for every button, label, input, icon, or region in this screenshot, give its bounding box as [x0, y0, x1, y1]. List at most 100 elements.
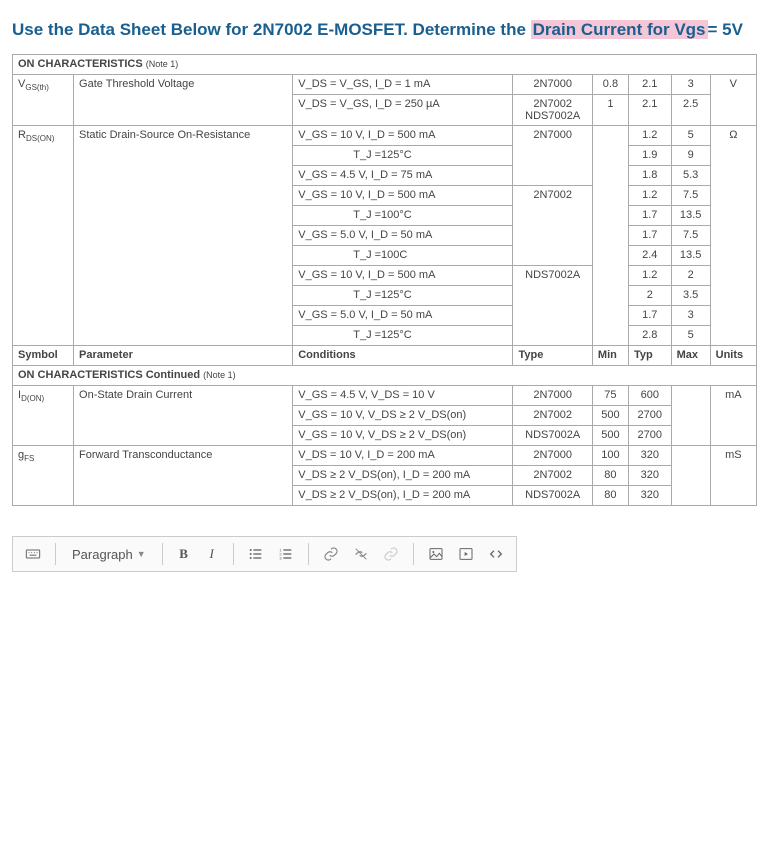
cell-typ: 320 — [628, 446, 671, 466]
cell-cond: T_J =125°C — [293, 146, 513, 166]
cell-cond: V_GS = 5.0 V, I_D = 50 mA — [293, 226, 513, 246]
toolbar-divider — [55, 543, 56, 565]
cell-max — [671, 386, 710, 446]
cell-type: 2N7002 — [513, 406, 592, 426]
cell-typ: 2 — [628, 286, 671, 306]
cell-type: 2N7000 — [513, 446, 592, 466]
cell-unit: mS — [710, 446, 756, 506]
paragraph-dropdown[interactable]: Paragraph ▼ — [64, 541, 154, 567]
cell-min: 500 — [592, 406, 628, 426]
cell-min: 100 — [592, 446, 628, 466]
bold-button[interactable]: B — [171, 541, 197, 567]
cell-cond: V_GS = 4.5 V, V_DS = 10 V — [293, 386, 513, 406]
cell-min: 80 — [592, 486, 628, 506]
cell-cond: V_GS = 10 V, V_DS ≥ 2 V_DS(on) — [293, 426, 513, 446]
row-vgsth-1: VGS(th) Gate Threshold Voltage V_DS = V_… — [13, 75, 757, 95]
section-note: (Note 1) — [146, 59, 179, 69]
unlink-button[interactable] — [347, 541, 375, 567]
cell-typ: 320 — [628, 486, 671, 506]
cell-symbol: gFS — [13, 446, 74, 506]
image-icon — [428, 546, 444, 562]
cell-typ: 1.2 — [628, 186, 671, 206]
section-on-characteristics-cont: ON CHARACTERISTICS Continued (Note 1) — [13, 366, 757, 386]
cell-cond: V_GS = 4.5 V, I_D = 75 mA — [293, 166, 513, 186]
cell-max: 9 — [671, 146, 710, 166]
paragraph-label: Paragraph — [72, 547, 133, 562]
header-conditions: Conditions — [293, 346, 513, 366]
header-min: Min — [592, 346, 628, 366]
cell-typ: 1.9 — [628, 146, 671, 166]
cell-cond: V_GS = 10 V, I_D = 500 mA — [293, 126, 513, 146]
cell-type: 2N7000 — [513, 386, 592, 406]
cell-min: 1 — [592, 95, 628, 126]
cell-max — [671, 446, 710, 506]
media-icon — [458, 546, 474, 562]
cell-type: NDS7002A — [513, 426, 592, 446]
media-button[interactable] — [452, 541, 480, 567]
cell-cond: V_GS = 10 V, I_D = 500 mA — [293, 266, 513, 286]
cell-cond: T_J =100°C — [293, 206, 513, 226]
cell-max: 13.5 — [671, 206, 710, 226]
cell-cond: V_DS ≥ 2 V_DS(on), I_D = 200 mA — [293, 466, 513, 486]
cell-symbol: VGS(th) — [13, 75, 74, 126]
cell-type: 2N7000 — [513, 126, 592, 186]
cell-min: 0.8 — [592, 75, 628, 95]
section-on-characteristics: ON CHARACTERISTICS (Note 1) — [13, 55, 757, 75]
keyboard-icon-button[interactable] — [19, 541, 47, 567]
question-text: Use the Data Sheet Below for 2N7002 E-MO… — [12, 20, 757, 40]
cell-type: 2N7000 — [513, 75, 592, 95]
link-icon — [323, 546, 339, 562]
cell-typ: 2.4 — [628, 246, 671, 266]
cell-cond: V_GS = 5.0 V, I_D = 50 mA — [293, 306, 513, 326]
italic-button[interactable]: I — [199, 541, 225, 567]
cell-typ: 2700 — [628, 406, 671, 426]
cell-typ: 2.8 — [628, 326, 671, 346]
code-icon — [488, 546, 504, 562]
header-symbol: Symbol — [13, 346, 74, 366]
cell-min: 75 — [592, 386, 628, 406]
cell-max: 13.5 — [671, 246, 710, 266]
cell-cond: V_DS = 10 V, I_D = 200 mA — [293, 446, 513, 466]
row-idon-1: ID(ON) On-State Drain Current V_GS = 4.5… — [13, 386, 757, 406]
link-button[interactable] — [317, 541, 345, 567]
section-label: ON CHARACTERISTICS Continued — [18, 369, 200, 381]
toolbar-divider — [308, 543, 309, 565]
code-button[interactable] — [482, 541, 510, 567]
cell-typ: 1.7 — [628, 306, 671, 326]
keyboard-icon — [25, 546, 41, 562]
cell-param: Forward Transconductance — [74, 446, 293, 506]
image-button[interactable] — [422, 541, 450, 567]
cell-typ: 1.7 — [628, 226, 671, 246]
cell-cond: T_J =125°C — [293, 286, 513, 306]
cell-unit: mA — [710, 386, 756, 446]
bullet-list-button[interactable] — [242, 541, 270, 567]
toolbar-divider — [413, 543, 414, 565]
numbered-list-button[interactable]: 123 — [272, 541, 300, 567]
cell-typ: 1.8 — [628, 166, 671, 186]
link-disabled-button[interactable] — [377, 541, 405, 567]
cell-symbol: RDS(ON) — [13, 126, 74, 346]
numbered-list-icon: 123 — [278, 546, 294, 562]
row-gfs-1: gFS Forward Transconductance V_DS = 10 V… — [13, 446, 757, 466]
row-rdson-1: RDS(ON) Static Drain-Source On-Resistanc… — [13, 126, 757, 146]
link-faded-icon — [383, 546, 399, 562]
header-units: Units — [710, 346, 756, 366]
cell-typ: 2700 — [628, 426, 671, 446]
cell-typ: 1.2 — [628, 126, 671, 146]
header-max: Max — [671, 346, 710, 366]
cell-cond: V_DS = V_GS, I_D = 1 mA — [293, 75, 513, 95]
cell-typ: 1.7 — [628, 206, 671, 226]
chevron-down-icon: ▼ — [137, 549, 146, 559]
cell-typ: 600 — [628, 386, 671, 406]
cell-type: NDS7002A — [513, 486, 592, 506]
cell-type: 2N7002 — [513, 186, 592, 266]
question-suffix: = 5V — [708, 20, 743, 39]
cell-typ: 320 — [628, 466, 671, 486]
cell-cond: V_DS = V_GS, I_D = 250 µA — [293, 95, 513, 126]
cell-param: Gate Threshold Voltage — [74, 75, 293, 126]
editor-toolbar: Paragraph ▼ B I 123 — [12, 536, 517, 572]
cell-cond: V_GS = 10 V, V_DS ≥ 2 V_DS(on) — [293, 406, 513, 426]
cell-max: 5 — [671, 126, 710, 146]
cell-max: 7.5 — [671, 226, 710, 246]
cell-cond: T_J =100C — [293, 246, 513, 266]
